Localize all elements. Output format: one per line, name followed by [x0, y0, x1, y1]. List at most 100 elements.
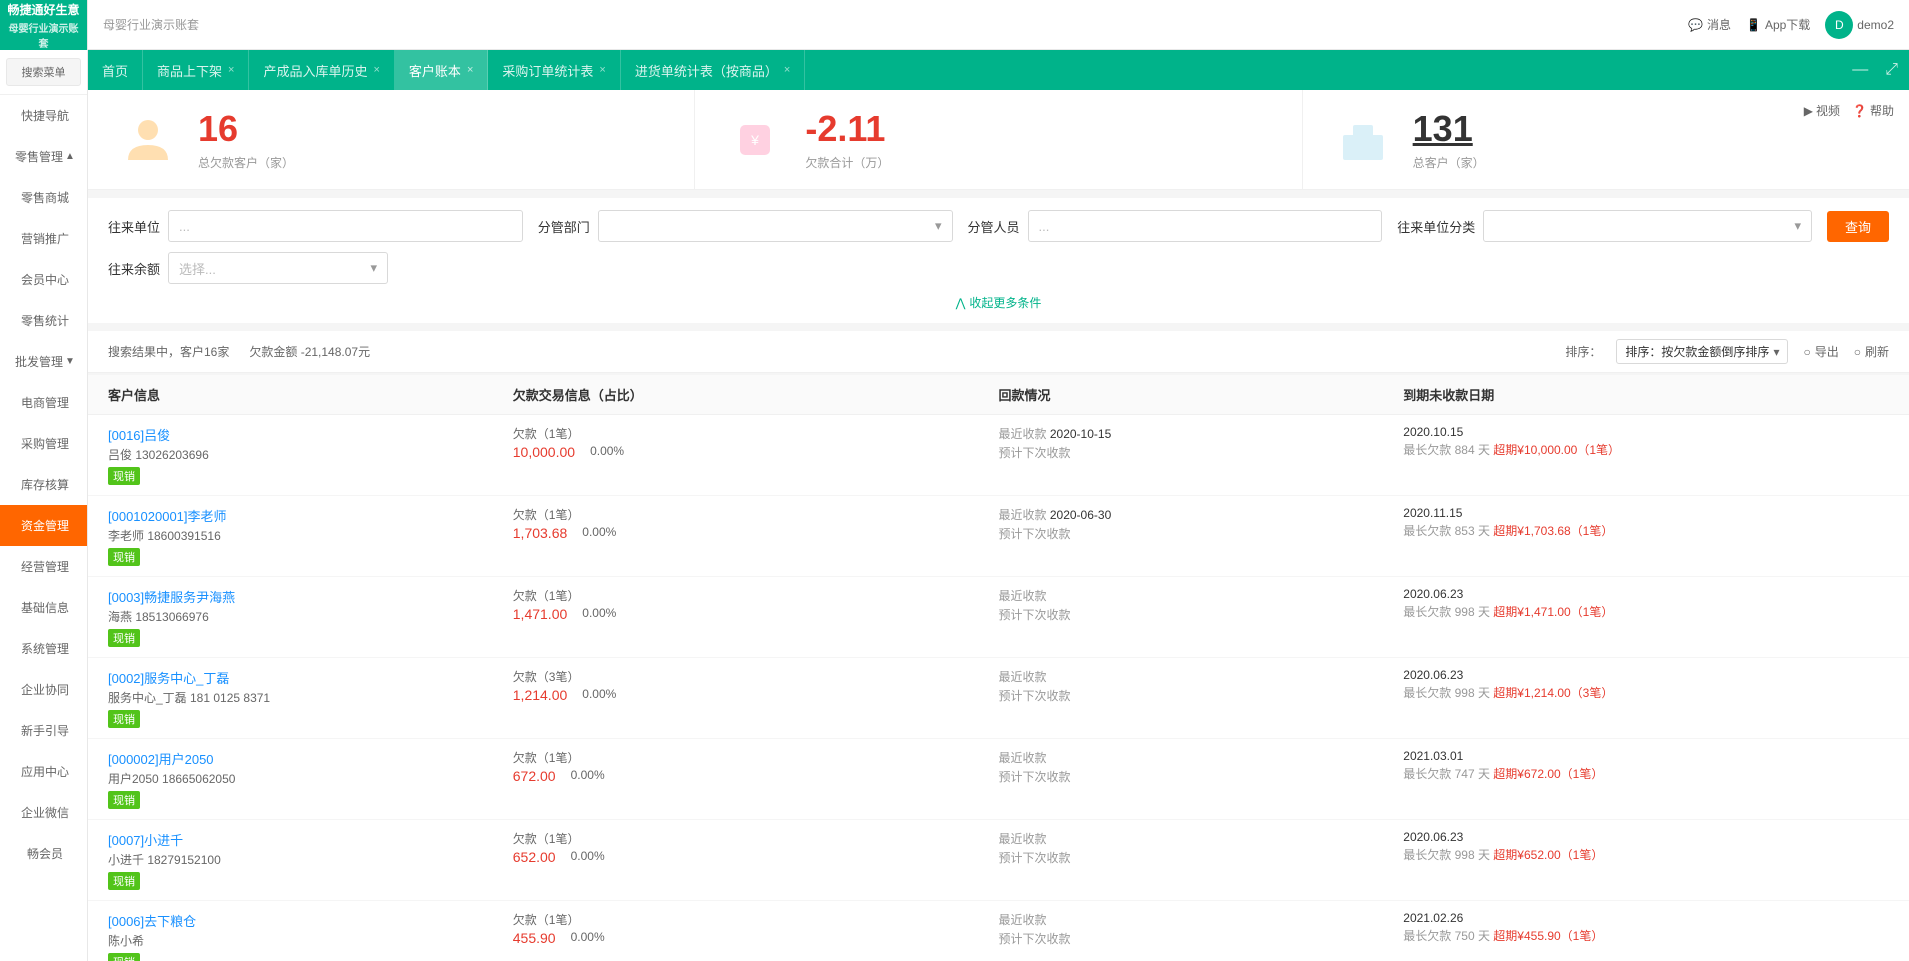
tab-purchase-stats[interactable]: 采购订单统计表 × [488, 50, 620, 90]
date-overdue-5: 最长欠款 998 天 超期¥652.00（1笔） [1403, 846, 1889, 863]
tab-home[interactable]: 首页 [88, 50, 143, 90]
customer-name-1[interactable]: [0001020001]李老师 [108, 509, 227, 524]
overdue-link-0[interactable]: 超期¥10,000.00（1笔） [1493, 443, 1620, 457]
debt-ratio-4: 0.00% [571, 768, 605, 782]
sidebar-item-enterprise-wechat[interactable]: 企业微信 [0, 792, 87, 833]
debt-amount-row-0: 10,000.00 0.00% [513, 442, 999, 460]
filter-dept-input[interactable]: ▾ [598, 210, 953, 242]
app-download-label: App下载 [1765, 16, 1810, 33]
message-button[interactable]: 💬 消息 [1688, 16, 1731, 33]
sidebar-item-batch-mgmt[interactable]: 批发管理 ▼ [0, 341, 87, 382]
search-button[interactable]: 查询 [1827, 211, 1889, 242]
tab-customer-account[interactable]: 客户账本 × [395, 50, 488, 90]
refresh-button[interactable]: ○ 刷新 [1854, 343, 1889, 360]
customer-cell-6: [0006]去下粮仓 陈小希 现销 [108, 911, 513, 961]
tab-product-offline-close[interactable]: × [228, 64, 234, 76]
customer-tag-3: 现销 [108, 710, 140, 728]
overdue-link-3[interactable]: 超期¥1,214.00（3笔） [1493, 686, 1613, 700]
filter-partner-input[interactable]: ... [168, 210, 523, 242]
sidebar-item-quick-nav[interactable]: 快捷导航 [0, 95, 87, 136]
filter-collapse-button[interactable]: ⋀ 收起更多条件 [108, 294, 1889, 311]
date-value-2: 2020.06.23 [1403, 587, 1889, 601]
customer-cell-1: [0001020001]李老师 李老师 18600391516 现销 [108, 506, 513, 566]
tab-product-offline[interactable]: 商品上下架 × [143, 50, 249, 90]
sort-select[interactable]: 排序：按欠款金额倒序排序 ▾ [1616, 339, 1788, 364]
customer-table: 客户信息 欠款交易信息（占比） 回款情况 到期未收款日期 [0016]吕俊 吕俊… [88, 375, 1909, 961]
debt-count-1: 欠款（1笔） [513, 506, 999, 523]
app-download-icon: 📱 [1746, 18, 1761, 32]
sidebar-item-app-center[interactable]: 应用中心 [0, 751, 87, 792]
sidebar-item-retail-mgmt[interactable]: 零售管理 ▲ [0, 136, 87, 177]
main-area: 母婴行业演示账套 💬 消息 📱 App下载 D demo2 首页 商品上下架 × [88, 0, 1909, 961]
sidebar-search-area: 搜索菜单 [0, 50, 87, 95]
date-overdue-0: 最长欠款 884 天 超期¥10,000.00（1笔） [1403, 441, 1889, 458]
tab-product-history-close[interactable]: × [373, 64, 379, 76]
chevron-down-icon-2: ▾ [1794, 218, 1801, 234]
tab-purchase-product-stats[interactable]: 进货单统计表（按商品） × [621, 50, 805, 90]
recovery-cell-2: 最近收款 预计下次收款 [999, 587, 1404, 623]
tab-customer-account-close[interactable]: × [467, 64, 473, 76]
customer-tag-5: 现销 [108, 872, 140, 890]
sidebar-item-purchase-mgmt[interactable]: 采购管理 [0, 423, 87, 464]
overdue-link-5[interactable]: 超期¥652.00（1笔） [1493, 848, 1603, 862]
sidebar-item-new-guide[interactable]: 新手引导 [0, 710, 87, 751]
customer-name-4[interactable]: [000002]用户2050 [108, 752, 214, 767]
customer-name-0[interactable]: [0016]吕俊 [108, 428, 170, 443]
sidebar-item-retail-stats[interactable]: 零售统计 [0, 300, 87, 341]
export-button[interactable]: ○ 导出 [1803, 343, 1838, 360]
sidebar-item-capital-mgmt[interactable]: 资金管理 [0, 505, 87, 546]
date-cell-2: 2020.06.23 最长欠款 998 天 超期¥1,471.00（1笔） [1403, 587, 1889, 620]
filter-manager-dots: ... [1039, 219, 1050, 234]
filter-partner-category-input[interactable]: ▾ [1483, 210, 1812, 242]
tab-purchase-product-stats-close[interactable]: × [784, 64, 790, 76]
debt-amount-6: 455.90 [513, 930, 556, 946]
results-summary: 搜索结果中，客户16家 [108, 343, 229, 360]
customer-name-5[interactable]: [0007]小进千 [108, 833, 183, 848]
debt-ratio-5: 0.00% [571, 849, 605, 863]
date-value-4: 2021.03.01 [1403, 749, 1889, 763]
debt-count-5: 欠款（1笔） [513, 830, 999, 847]
customer-name-2[interactable]: [0003]畅捷服务尹海燕 [108, 590, 235, 605]
debtors-label: 总欠款客户（家） [198, 154, 664, 171]
customer-name-6[interactable]: [0006]去下粮仓 [108, 914, 196, 929]
date-cell-0: 2020.10.15 最长欠款 884 天 超期¥10,000.00（1笔） [1403, 425, 1889, 458]
tab-maximize-button[interactable]: ⤢ [1879, 58, 1904, 82]
table-row: [0003]畅捷服务尹海燕 海燕 18513066976 现销 欠款（1笔） 1… [88, 577, 1909, 658]
sidebar-item-marketing[interactable]: 营销推广 [0, 218, 87, 259]
sort-value: 排序：按欠款金额倒序排序 [1625, 343, 1769, 360]
sidebar-item-member[interactable]: 会员中心 [0, 259, 87, 300]
overdue-link-1[interactable]: 超期¥1,703.68（1笔） [1493, 524, 1613, 538]
overdue-link-4[interactable]: 超期¥672.00（1笔） [1493, 767, 1603, 781]
sidebar-item-operations[interactable]: 经营管理 [0, 546, 87, 587]
date-value-6: 2021.02.26 [1403, 911, 1889, 925]
svg-text:¥: ¥ [750, 132, 759, 148]
filter-balance-select[interactable]: 选择... ▾ [168, 252, 388, 284]
debt-amount-row-6: 455.90 0.00% [513, 928, 999, 946]
tab-product-history[interactable]: 产成品入库单历史 × [249, 50, 394, 90]
recovery-cell-0: 最近收款 2020-10-15 预计下次收款 [999, 425, 1404, 461]
recovery-next-5: 预计下次收款 [999, 849, 1404, 866]
tab-purchase-stats-close[interactable]: × [599, 64, 605, 76]
help-button[interactable]: ❓ 帮助 [1852, 102, 1894, 119]
recovery-label-0: 最近收款 [999, 427, 1047, 441]
sidebar-item-system-mgmt[interactable]: 系统管理 [0, 628, 87, 669]
sidebar-item-enterprise-collab[interactable]: 企业协同 [0, 669, 87, 710]
tab-minimize-button[interactable]: — [1846, 58, 1874, 82]
view-video-button[interactable]: ▶ 视频 [1804, 102, 1840, 119]
table-body: [0016]吕俊 吕俊 13026203696 现销 欠款（1笔） 10,000… [88, 415, 1909, 961]
customer-name-3[interactable]: [0002]服务中心_丁磊 [108, 671, 229, 686]
search-menu-button[interactable]: 搜索菜单 [6, 58, 81, 86]
sidebar-item-vip-member[interactable]: 畅会员 [0, 833, 87, 874]
sidebar-item-inventory[interactable]: 库存核算 [0, 464, 87, 505]
sidebar-item-retail-mall[interactable]: 零售商城 [0, 177, 87, 218]
app-download-button[interactable]: 📱 App下载 [1746, 16, 1810, 33]
table-row: [0001020001]李老师 李老师 18600391516 现销 欠款（1笔… [88, 496, 1909, 577]
sidebar-item-ecommerce[interactable]: 电商管理 [0, 382, 87, 423]
filter-manager-input[interactable]: ... [1028, 210, 1383, 242]
date-cell-6: 2021.02.26 最长欠款 750 天 超期¥455.90（1笔） [1403, 911, 1889, 944]
sidebar-item-basic-info[interactable]: 基础信息 [0, 587, 87, 628]
overdue-link-2[interactable]: 超期¥1,471.00（1笔） [1493, 605, 1613, 619]
overdue-link-6[interactable]: 超期¥455.90（1笔） [1493, 929, 1603, 943]
filter-area: 往来单位 ... 分管部门 ▾ 分管人员 ... [88, 198, 1909, 323]
user-avatar[interactable]: D demo2 [1825, 11, 1894, 39]
